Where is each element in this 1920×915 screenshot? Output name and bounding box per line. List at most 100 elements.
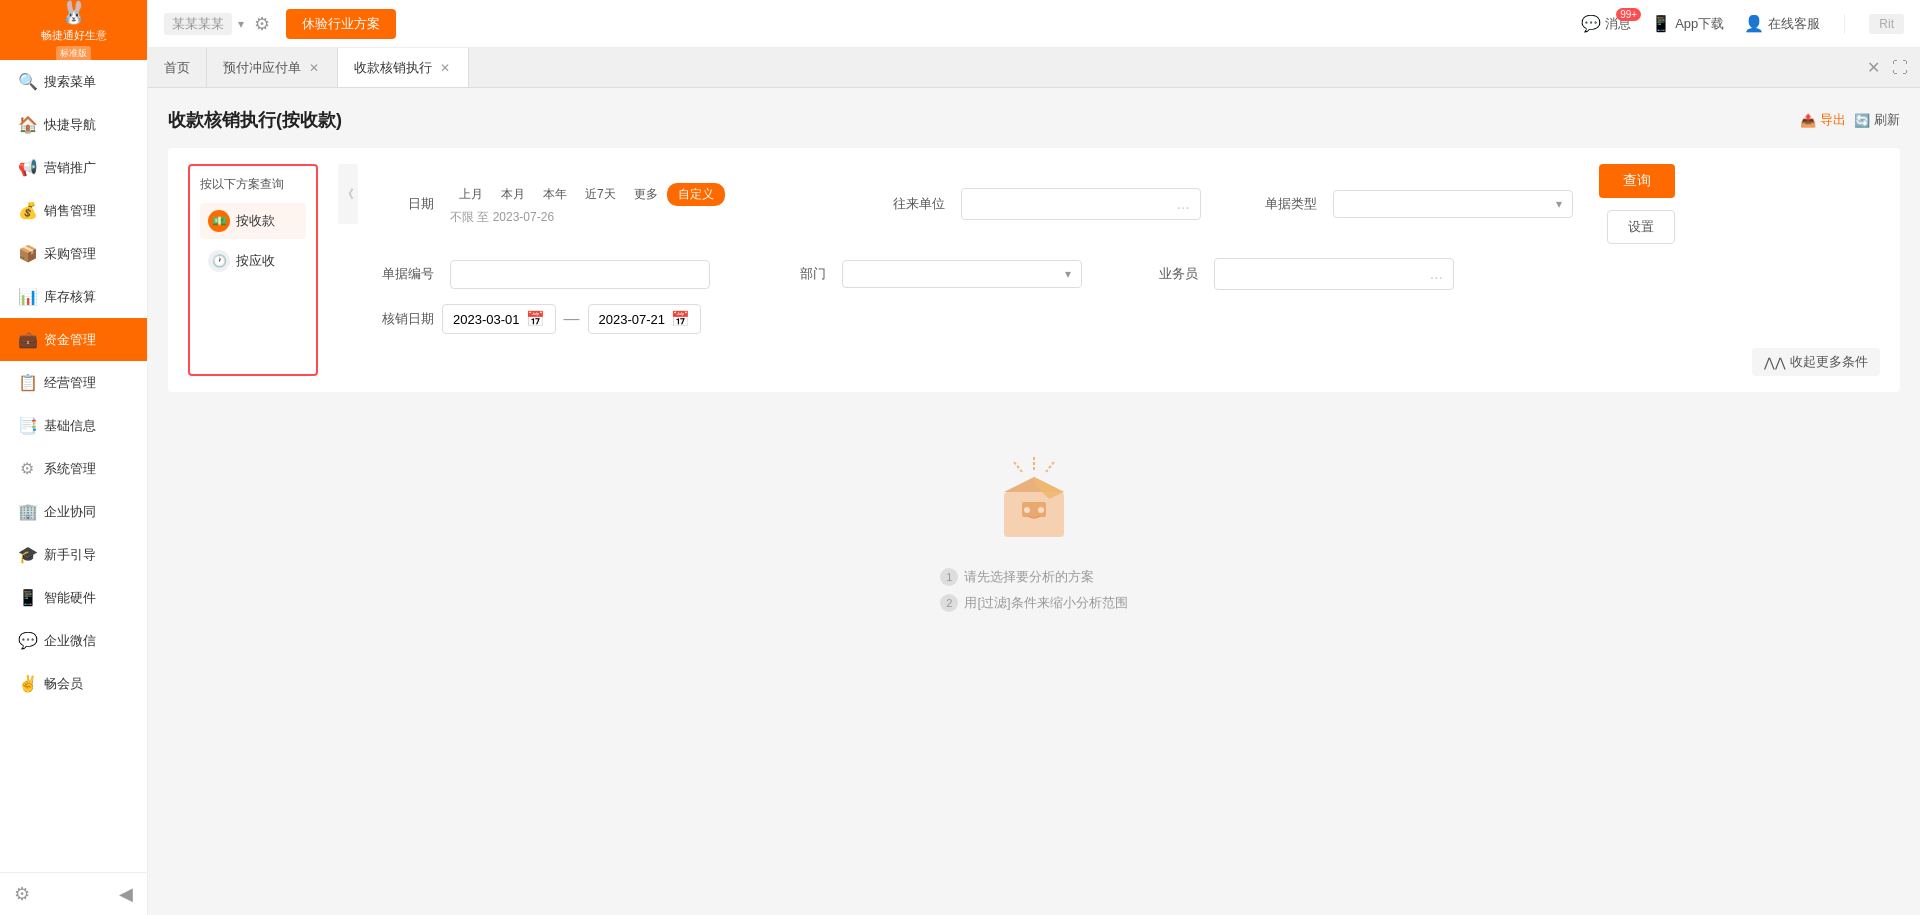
basic-info-icon: 📑: [18, 416, 36, 435]
settings-button[interactable]: 设置: [1607, 210, 1675, 244]
user-dropdown-arrow[interactable]: ▾: [238, 17, 244, 31]
date-this-year[interactable]: 本年: [534, 182, 576, 207]
filter-form: 日期 上月 本月 本年 近7天 更多 自定义 不限 至 2023-07-26 往…: [374, 164, 1880, 376]
sidebar-item-system[interactable]: ⚙ 系统管理: [0, 447, 147, 490]
date-last-7days[interactable]: 近7天: [576, 182, 625, 207]
tab-writeoff[interactable]: 收款核销执行 ✕: [338, 48, 469, 87]
sidebar-item-basic-info[interactable]: 📑 基础信息: [0, 404, 147, 447]
filter-option-by-receivable[interactable]: 🕐 按应收: [200, 243, 306, 279]
member-icon: ✌: [18, 674, 36, 693]
tip-num-1: 1: [940, 568, 958, 586]
calendar-end-icon: 📅: [671, 310, 690, 328]
filter-actions: 查询 设置: [1589, 164, 1675, 244]
collapse-left-icon: 《: [342, 186, 354, 203]
export-button[interactable]: 📤 导出: [1800, 111, 1846, 129]
date-this-month[interactable]: 本月: [492, 182, 534, 207]
date-more[interactable]: 更多: [625, 182, 667, 207]
service-icon: 👤: [1744, 14, 1764, 33]
sidebar-item-label: 基础信息: [44, 417, 96, 435]
query-button[interactable]: 查询: [1599, 164, 1675, 198]
tab-home-label: 首页: [164, 59, 190, 77]
tip-text-1: 请先选择要分析的方案: [964, 568, 1094, 586]
collapse-more-button[interactable]: ⋀⋀ 收起更多条件: [1752, 348, 1880, 376]
tab-prepay[interactable]: 预付冲应付单 ✕: [207, 48, 338, 87]
online-service-btn[interactable]: 👤 在线客服: [1744, 14, 1820, 33]
app-download-btn[interactable]: 📱 App下载: [1651, 14, 1724, 33]
sidebar-item-label: 库存核算: [44, 288, 96, 306]
refresh-label: 刷新: [1874, 111, 1900, 129]
sidebar-bottom: ⚙ ◀: [0, 872, 147, 915]
collapse-more-row: ⋀⋀ 收起更多条件: [374, 348, 1880, 376]
logo-icon: 🐰: [60, 0, 87, 26]
doc-type-select[interactable]: ▾: [1333, 190, 1573, 218]
filter-panel: 按以下方案查询 💵 按收款 🕐 按应收 《 日期: [168, 148, 1900, 392]
tip-num-2: 2: [940, 594, 958, 612]
sidebar-item-search-menu[interactable]: 🔍 搜索菜单: [0, 60, 147, 103]
message-badge: 99+: [1616, 8, 1641, 21]
filter-row-docnumber: 单据编号 部门 ▾ 业务员 ...: [374, 258, 1880, 290]
sidebar-item-label: 系统管理: [44, 460, 96, 478]
counterparty-select[interactable]: ...: [961, 188, 1201, 220]
sidebar-item-label: 快捷导航: [44, 116, 96, 134]
sales-icon: 💰: [18, 201, 36, 220]
date-last-month[interactable]: 上月: [450, 182, 492, 207]
date-range-separator: —: [564, 310, 580, 328]
date-options: 上月 本月 本年 近7天 更多 自定义 不限 至 2023-07-26: [450, 182, 829, 226]
sidebar-item-sales[interactable]: 💰 销售管理: [0, 189, 147, 232]
sidebar-item-member[interactable]: ✌ 畅会员: [0, 662, 147, 705]
settings-gear-icon[interactable]: ⚙: [254, 13, 270, 35]
sidebar-item-purchase[interactable]: 📦 采购管理: [0, 232, 147, 275]
salesperson-select[interactable]: ...: [1214, 258, 1454, 290]
salesperson-dots[interactable]: ...: [1430, 265, 1443, 283]
sidebar-logo[interactable]: 🐰 畅捷通好生意 标准版: [0, 0, 147, 60]
guide-icon: 🎓: [18, 545, 36, 564]
doc-number-input[interactable]: [450, 260, 710, 289]
sidebar-item-label: 采购管理: [44, 245, 96, 263]
calendar-start-icon: 📅: [526, 310, 545, 328]
hardware-icon: 📱: [18, 588, 36, 607]
receipt-icon: 💵: [208, 210, 230, 232]
industry-btn[interactable]: 休验行业方案: [286, 9, 396, 39]
salesperson-label: 业务员: [1138, 265, 1198, 283]
bottom-settings-icon[interactable]: ⚙: [14, 883, 30, 905]
empty-tip-1: 1 请先选择要分析的方案: [940, 568, 1127, 586]
date-custom[interactable]: 自定义: [667, 183, 725, 206]
writeoff-date-start-picker[interactable]: 2023-03-01 📅: [442, 304, 556, 334]
sidebar-item-marketing[interactable]: 📢 营销推广: [0, 146, 147, 189]
bottom-collapse-icon[interactable]: ◀: [119, 883, 133, 905]
sidebar-item-enterprise[interactable]: 🏢 企业协同: [0, 490, 147, 533]
sidebar-item-quick-nav[interactable]: 🏠 快捷导航: [0, 103, 147, 146]
tab-fullscreen-icon[interactable]: ⛶: [1888, 55, 1912, 81]
message-btn[interactable]: 💬 消息 99+: [1581, 14, 1631, 33]
search-icon: 🔍: [18, 72, 36, 91]
page-content: 收款核销执行(按收款) 📤 导出 🔄 刷新 按以下方案查询 💵 按收款: [148, 88, 1920, 915]
tab-home[interactable]: 首页: [148, 48, 207, 87]
sidebar-item-guide[interactable]: 🎓 新手引导: [0, 533, 147, 576]
tab-writeoff-close-icon[interactable]: ✕: [438, 59, 452, 77]
export-icon: 📤: [1800, 113, 1816, 128]
filter-option-by-receipt[interactable]: 💵 按收款: [200, 203, 306, 239]
page-header: 收款核销执行(按收款) 📤 导出 🔄 刷新: [168, 108, 1900, 132]
tab-close-all-icon[interactable]: ✕: [1863, 54, 1884, 81]
svg-line-7: [1014, 462, 1022, 472]
sidebar-item-wechat[interactable]: 💬 企业微信: [0, 619, 147, 662]
empty-svg: [984, 452, 1084, 552]
counterparty-dots[interactable]: ...: [1176, 195, 1189, 213]
sidebar-item-label: 搜索菜单: [44, 73, 96, 91]
sidebar-item-label: 新手引导: [44, 546, 96, 564]
filter-collapse-button[interactable]: 《: [338, 164, 358, 224]
filter-sidebar-title: 按以下方案查询: [200, 176, 306, 193]
filter-option-receipt-label: 按收款: [236, 212, 275, 230]
sidebar-item-inventory[interactable]: 📊 库存核算: [0, 275, 147, 318]
tab-prepay-close-icon[interactable]: ✕: [307, 59, 321, 77]
sidebar-item-operations[interactable]: 📋 经营管理: [0, 361, 147, 404]
tab-writeoff-label: 收款核销执行: [354, 59, 432, 77]
sidebar-item-hardware[interactable]: 📱 智能硬件: [0, 576, 147, 619]
sidebar-item-finance[interactable]: 💼 资金管理: [0, 318, 147, 361]
tabbar: 首页 预付冲应付单 ✕ 收款核销执行 ✕ ✕ ⛶: [148, 48, 1920, 88]
app-label: App下载: [1675, 15, 1724, 33]
refresh-button[interactable]: 🔄 刷新: [1854, 111, 1900, 129]
writeoff-date-start-value: 2023-03-01: [453, 312, 520, 327]
department-select[interactable]: ▾: [842, 260, 1082, 288]
writeoff-date-end-picker[interactable]: 2023-07-21 📅: [588, 304, 702, 334]
